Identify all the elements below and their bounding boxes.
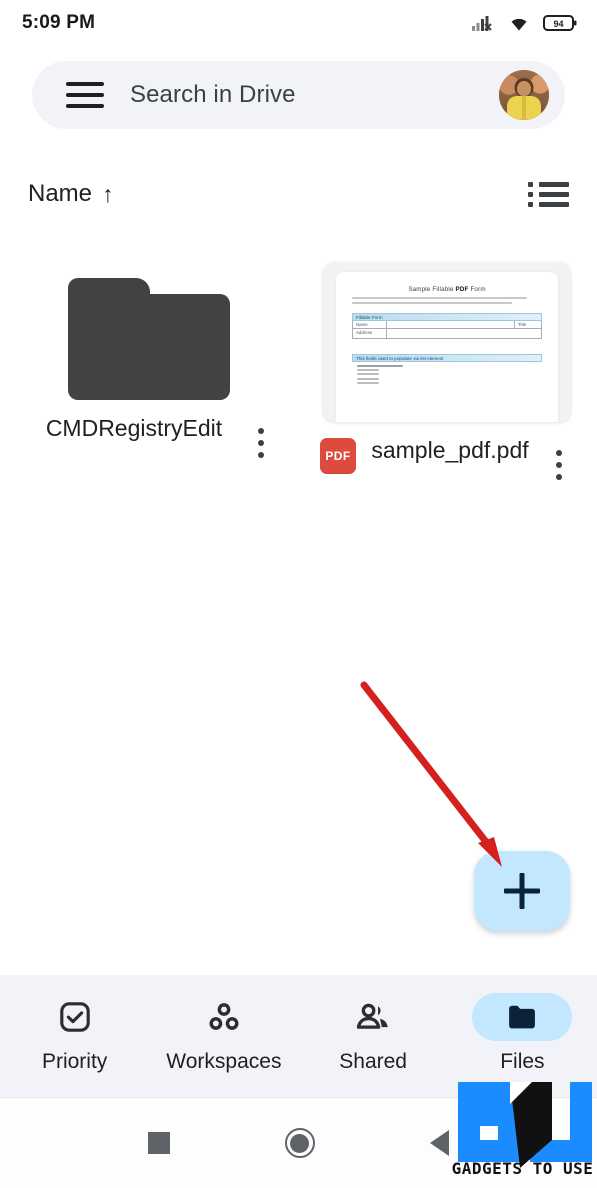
- watermark-text: GADGETS TO USE: [451, 1159, 594, 1178]
- bottom-navigation: Priority Workspaces Shared Files: [0, 975, 597, 1097]
- plus-icon: [504, 873, 540, 909]
- thumbnail-section-1: Fillable Form: [352, 312, 542, 321]
- account-avatar[interactable]: [499, 70, 549, 120]
- file-label-row: CMDRegistryEdit: [22, 414, 276, 458]
- nav-pill: [25, 993, 125, 1041]
- thumbnail-title-suffix: Form: [468, 286, 486, 293]
- nav-label: Files: [500, 1050, 545, 1073]
- thumbnail-title-bold: PDF: [455, 286, 469, 293]
- file-card-folder[interactable]: CMDRegistryEdit: [0, 250, 298, 480]
- folder-icon: [68, 278, 230, 400]
- status-time: 5:09 PM: [22, 12, 96, 33]
- table-row: Address: [353, 329, 541, 338]
- status-bar: 5:09 PM 94: [0, 0, 597, 46]
- watermark-logo: GADGETS TO USE: [448, 1082, 597, 1188]
- square-icon[interactable]: [147, 1132, 170, 1154]
- nav-item-shared[interactable]: Shared: [299, 975, 448, 1074]
- search-input[interactable]: Search in Drive: [130, 81, 499, 109]
- battery-icon: 94: [543, 15, 577, 31]
- people-icon: [356, 1003, 388, 1029]
- nav-label: Shared: [339, 1050, 407, 1073]
- sort-bar: Name ↑: [0, 168, 597, 220]
- workspaces-icon: [209, 1003, 239, 1030]
- file-name: sample_pdf.pdf: [371, 437, 529, 463]
- more-vertical-icon[interactable]: [246, 414, 276, 458]
- wifi-icon: [511, 18, 527, 31]
- thumbnail-section-2-label: This fields used to populate via list el…: [356, 355, 444, 361]
- pdf-badge-label: PDF: [325, 449, 351, 463]
- list-view-icon[interactable]: [528, 181, 569, 207]
- status-icons: 94: [471, 13, 577, 33]
- sort-by-name-button[interactable]: Name ↑: [28, 180, 114, 208]
- file-grid: CMDRegistryEdit Sample Fillable PDF Form…: [0, 250, 597, 480]
- hamburger-menu-icon[interactable]: [54, 82, 116, 108]
- thumbnail-title-prefix: Sample Fillable: [408, 286, 456, 293]
- thumbnail-table: Name Title Address: [352, 320, 542, 339]
- sort-label: Name: [28, 180, 93, 207]
- nav-pill: [323, 993, 423, 1041]
- pdf-thumbnail[interactable]: Sample Fillable PDF Form Fillable Form N…: [323, 262, 571, 422]
- table-cell: [387, 329, 541, 338]
- nav-item-workspaces[interactable]: Workspaces: [149, 975, 298, 1074]
- thumbnail-paragraph: [352, 297, 542, 304]
- annotation-arrow: [360, 681, 502, 867]
- nav-label: Priority: [41, 1050, 108, 1073]
- search-bar[interactable]: Search in Drive: [32, 61, 565, 129]
- more-vertical-icon[interactable]: [544, 436, 574, 480]
- table-cell: Address: [353, 329, 387, 338]
- table-cell: Title: [518, 321, 527, 327]
- check-box-icon: [59, 1002, 90, 1032]
- sort-direction-arrow-icon: ↑: [102, 180, 114, 207]
- table-cell: Name: [353, 320, 387, 328]
- nav-pill-active: [472, 993, 573, 1041]
- nav-pill: [174, 993, 274, 1041]
- thumbnail-section-2: This fields used to populate via list el…: [352, 353, 542, 362]
- file-card-pdf[interactable]: Sample Fillable PDF Form Fillable Form N…: [298, 250, 596, 480]
- nav-item-priority[interactable]: Priority: [0, 975, 149, 1074]
- table-cell: [387, 320, 515, 328]
- nav-label: Workspaces: [166, 1050, 282, 1073]
- thumbnail-title: Sample Fillable PDF Form: [352, 286, 542, 293]
- circle-icon[interactable]: [284, 1128, 315, 1158]
- battery-level: 94: [553, 19, 563, 29]
- nav-item-files[interactable]: Files: [448, 975, 597, 1074]
- triangle-back-icon[interactable]: [430, 1130, 450, 1156]
- pdf-file-icon: PDF: [320, 438, 356, 474]
- thumbnail-list: [352, 364, 542, 385]
- file-label-row: PDF sample_pdf.pdf: [320, 436, 574, 480]
- file-name: CMDRegistryEdit: [45, 415, 223, 441]
- table-row: Name Title: [353, 320, 541, 329]
- folder-filled-icon: [509, 1005, 536, 1029]
- signal-no-service-icon: [472, 16, 492, 31]
